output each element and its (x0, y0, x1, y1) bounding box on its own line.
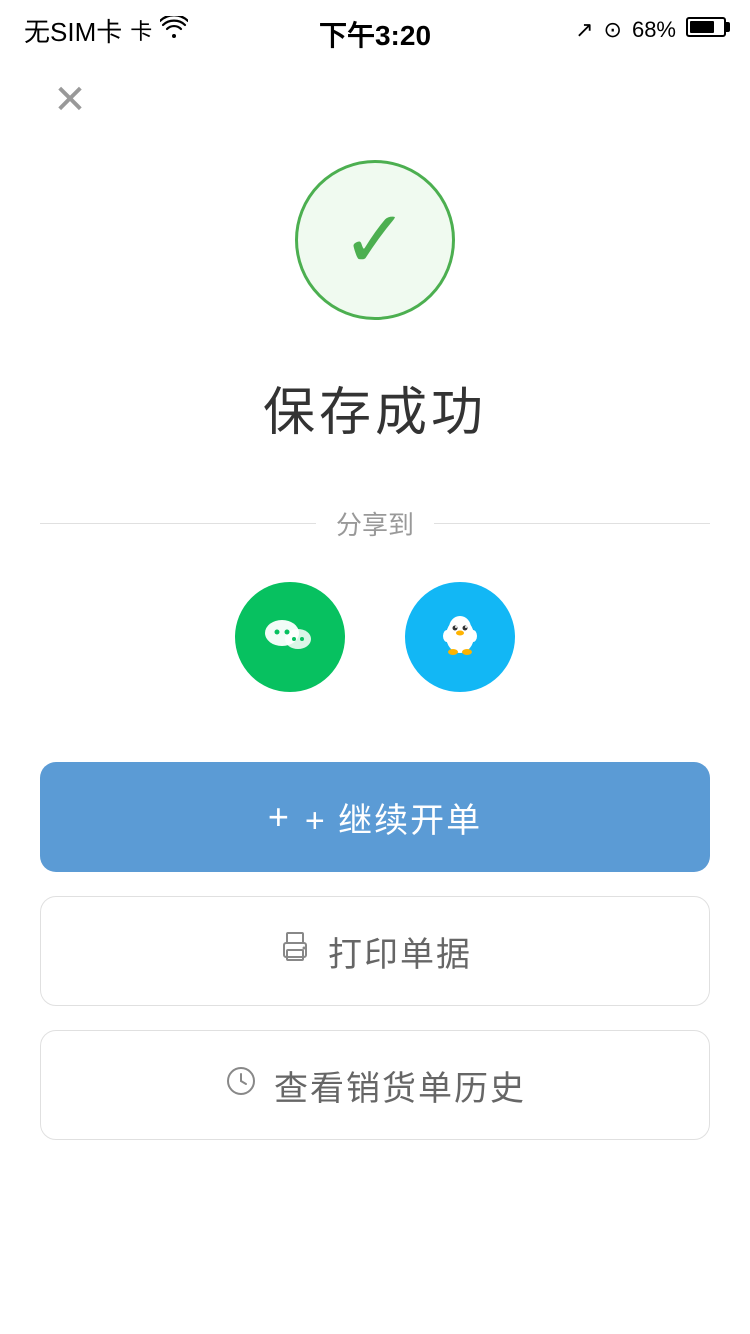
continue-new-order-button[interactable]: + + 继续开单 (40, 762, 710, 872)
no-sim-icon: 卡 (130, 14, 152, 46)
share-label: 分享到 (336, 505, 414, 542)
wifi-icon (160, 16, 188, 44)
history-icon (224, 1064, 258, 1107)
carrier-info: 无SIM卡 卡 (24, 12, 188, 49)
view-history-label: 查看销货单历史 (274, 1061, 526, 1110)
wechat-share-button[interactable] (235, 582, 345, 692)
status-time: 下午3:20 (319, 14, 431, 54)
divider-right (434, 523, 710, 524)
close-button[interactable]: ✕ (40, 70, 100, 130)
checkmark-icon: ✓ (341, 200, 408, 280)
success-circle: ✓ (295, 160, 455, 320)
printer-icon (278, 930, 312, 973)
wechat-icon (259, 606, 321, 668)
share-icons-container (235, 582, 515, 692)
carrier-text: 无SIM卡 (24, 12, 122, 49)
print-label: 打印单据 (328, 927, 472, 976)
qq-share-button[interactable] (405, 582, 515, 692)
share-divider: 分享到 (40, 505, 710, 542)
action-buttons: + + 继续开单 打印单据 查看销货单历 (40, 762, 710, 1140)
status-right-icons: ↗ ⊙ 68% (575, 16, 726, 44)
continue-new-order-label: + 继续开单 (305, 793, 482, 842)
battery-percent: 68% (632, 17, 676, 43)
print-button[interactable]: 打印单据 (40, 896, 710, 1006)
view-history-button[interactable]: 查看销货单历史 (40, 1030, 710, 1140)
plus-icon: + (268, 796, 289, 838)
close-icon: ✕ (53, 80, 87, 120)
main-content: ✕ ✓ 保存成功 分享到 (0, 60, 750, 1140)
location-icon: ↗ (575, 17, 593, 43)
alarm-icon: ⊙ (604, 17, 622, 43)
success-title: 保存成功 (263, 370, 487, 445)
qq-icon (429, 606, 491, 668)
status-bar: 无SIM卡 卡 下午3:20 ↗ ⊙ 68% (0, 0, 750, 60)
divider-left (40, 523, 316, 524)
battery-icon (686, 16, 726, 44)
